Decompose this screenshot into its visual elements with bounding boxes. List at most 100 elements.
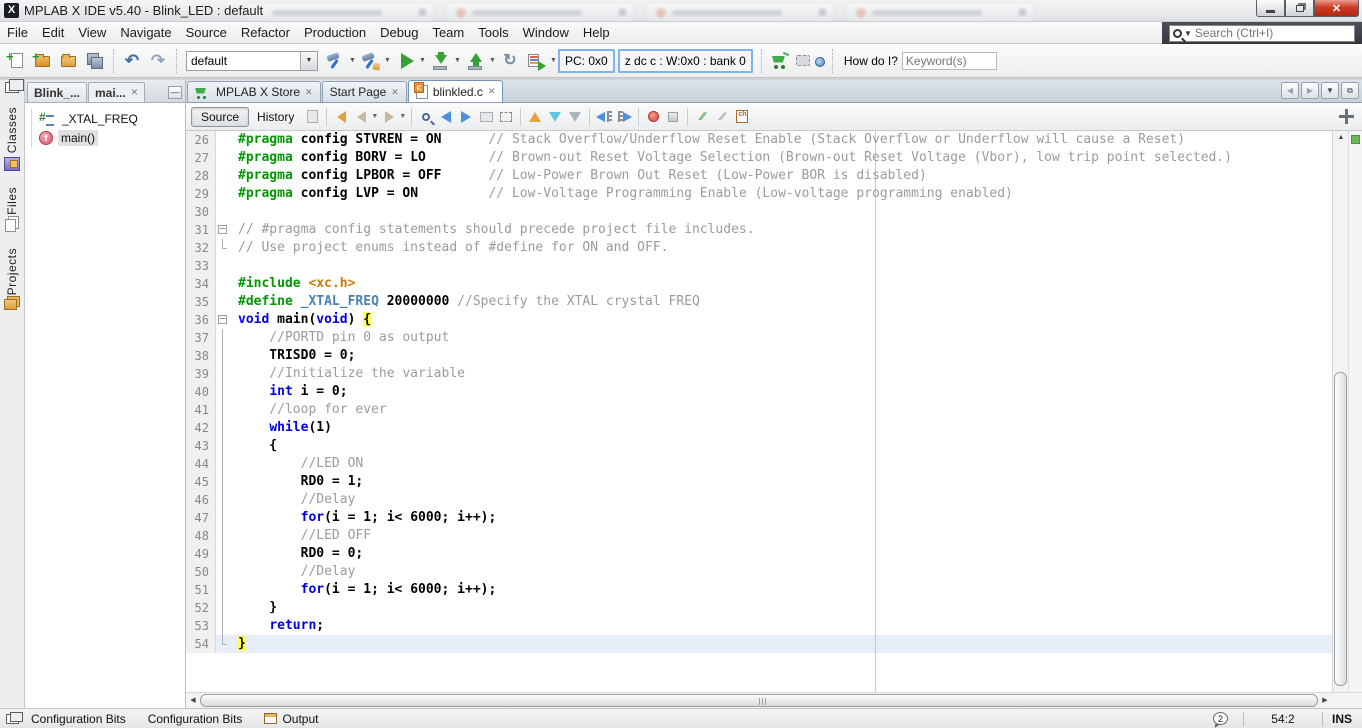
statusbar-item-output[interactable]: Output [264, 712, 318, 726]
search-input[interactable] [1194, 26, 1354, 40]
code-line-49[interactable]: 49 RD0 = 0; [186, 545, 1332, 563]
quick-search-box[interactable]: ▼ [1169, 24, 1355, 42]
fold-collapse-icon[interactable]: – [218, 225, 227, 234]
line-number[interactable]: 51 [186, 581, 216, 599]
run-button[interactable] [392, 48, 418, 74]
build-dropdown[interactable]: ▼ [348, 48, 357, 74]
code-line-body[interactable]: } [216, 635, 1332, 653]
program-ipe-dropdown[interactable]: ▼ [549, 48, 558, 74]
line-number[interactable]: 54 [186, 635, 216, 653]
new-file-button[interactable]: + [4, 48, 30, 74]
code-line-body[interactable]: #pragma config BORV = LO // Brown-out Re… [216, 149, 1332, 167]
tab-list-dropdown-button[interactable]: ▼ [1321, 82, 1339, 99]
next-bookmark-icon[interactable] [546, 108, 564, 126]
make-and-program-device-button[interactable] [427, 48, 453, 74]
code-line-36[interactable]: 36– void main(void) { [186, 311, 1332, 329]
code-line-35[interactable]: 35 #define _XTAL_FREQ 20000000 //Specify … [186, 293, 1332, 311]
navigator-item-main[interactable]: f main() [25, 128, 185, 147]
navigate-forward-icon[interactable] [380, 108, 398, 126]
code-line-39[interactable]: 39 //Initialize the variable [186, 365, 1332, 383]
code-line-44[interactable]: 44 //LED ON [186, 455, 1332, 473]
code-text[interactable]: #pragma config LVP = ON // Low-Voltage P… [230, 185, 1013, 203]
code-text[interactable]: //LED OFF [230, 527, 371, 545]
line-number[interactable]: 38 [186, 347, 216, 365]
editor-tab-mplab-x-store[interactable]: MPLAB X Store ✕ [187, 81, 321, 102]
code-text[interactable]: #include <xc.h> [230, 275, 355, 293]
code-line-body[interactable]: { [216, 437, 1332, 455]
code-line-body[interactable]: //LED OFF [216, 527, 1332, 545]
editor-tab-start-page[interactable]: Start Page ✕ [321, 81, 407, 102]
navigator-tab[interactable]: Blink_... [27, 82, 88, 102]
save-all-button[interactable] [82, 48, 108, 74]
code-line-30[interactable]: 30 [186, 203, 1332, 221]
line-number[interactable]: 40 [186, 383, 216, 401]
line-number[interactable]: 41 [186, 401, 216, 419]
code-line-body[interactable]: int i = 0; [216, 383, 1332, 401]
mplab-store-button[interactable] [767, 48, 793, 74]
make-and-program-dropdown[interactable]: ▼ [453, 48, 462, 74]
line-number[interactable]: 48 [186, 527, 216, 545]
line-number[interactable]: 47 [186, 509, 216, 527]
code-text[interactable]: while(1) [230, 419, 332, 437]
code-text[interactable]: #pragma config LPBOR = OFF // Low-Power … [230, 167, 927, 185]
code-line-body[interactable]: –// #pragma config statements should pre… [216, 221, 1332, 239]
code-line-28[interactable]: 28 #pragma config LPBOR = OFF // Low-Powe… [186, 167, 1332, 185]
back-dropdown[interactable]: ▼ [371, 113, 379, 120]
dock-windows-icon[interactable] [6, 711, 23, 724]
code-line-body[interactable]: //PORTD pin 0 as output [216, 329, 1332, 347]
navigator-item-xtalfreq[interactable]: _XTAL_FREQ [25, 109, 185, 128]
close-icon[interactable]: ✕ [131, 87, 139, 98]
line-number[interactable]: 27 [186, 149, 216, 167]
redo-button[interactable]: ↷ [145, 48, 171, 74]
vertical-scrollbar[interactable]: ▲ [1332, 131, 1348, 692]
code-text[interactable]: //LED ON [230, 455, 364, 473]
code-line-29[interactable]: 29 #pragma config LVP = ON // Low-Voltage… [186, 185, 1332, 203]
minimize-button[interactable] [1256, 0, 1285, 17]
fold-collapse-icon[interactable]: – [218, 315, 227, 324]
restore-button[interactable] [1285, 0, 1314, 17]
sidebar-tab-classes[interactable]: Classes [4, 107, 20, 172]
clean-and-build-dropdown[interactable]: ▼ [383, 48, 392, 74]
close-button[interactable]: ✕ [1314, 0, 1359, 17]
history-view-button[interactable]: History [257, 110, 294, 124]
line-number[interactable]: 34 [186, 275, 216, 293]
chevron-down-icon[interactable]: ▼ [300, 51, 317, 70]
code-line-body[interactable]: #pragma config LPBOR = OFF // Low-Power … [216, 167, 1332, 185]
code-line-body[interactable]: //Initialize the variable [216, 365, 1332, 383]
code-text[interactable]: RD0 = 1; [230, 473, 364, 491]
run-dropdown[interactable]: ▼ [418, 48, 427, 74]
split-window-icon[interactable] [1339, 109, 1354, 124]
new-project-button[interactable]: + [30, 48, 56, 74]
code-text[interactable] [230, 203, 238, 221]
sidebar-tab-projects[interactable]: Projects [4, 248, 20, 311]
code-line-body[interactable]: RD0 = 1; [216, 473, 1332, 491]
refresh-debug-tool-button[interactable]: ↻ [497, 48, 523, 74]
code-line-50[interactable]: 50 //Delay [186, 563, 1332, 581]
minimize-panel-button[interactable]: — [168, 86, 182, 99]
diff-icon[interactable] [303, 108, 321, 126]
line-number[interactable]: 42 [186, 419, 216, 437]
next-occurrence-icon[interactable] [457, 108, 475, 126]
code-text[interactable]: //loop for ever [230, 401, 386, 419]
code-line-45[interactable]: 45 RD0 = 1; [186, 473, 1332, 491]
code-text[interactable]: return; [230, 617, 324, 635]
vertical-scroll-thumb[interactable] [1334, 372, 1347, 687]
code-line-27[interactable]: 27 #pragma config BORV = LO // Brown-out … [186, 149, 1332, 167]
close-icon[interactable]: ✕ [391, 87, 399, 98]
menu-navigate[interactable]: Navigate [113, 23, 178, 42]
toggle-bookmark-icon[interactable] [566, 108, 584, 126]
code-text[interactable]: for(i = 1; i< 6000; i++); [230, 581, 497, 599]
code-text[interactable]: for(i = 1; i< 6000; i++); [230, 509, 497, 527]
line-number[interactable]: 52 [186, 599, 216, 617]
code-line-body[interactable] [216, 257, 1332, 275]
menu-refactor[interactable]: Refactor [234, 23, 297, 42]
code-line-body[interactable]: for(i = 1; i< 6000; i++); [216, 509, 1332, 527]
code-line-52[interactable]: 52 } [186, 599, 1332, 617]
code-line-54[interactable]: 54} [186, 635, 1332, 653]
code-line-26[interactable]: 26 #pragma config STVREN = ON // Stack Ov… [186, 131, 1332, 149]
go-to-header-source-icon[interactable] [733, 108, 751, 126]
code-text[interactable]: #define _XTAL_FREQ 20000000 //Specify th… [230, 293, 700, 311]
line-number[interactable]: 43 [186, 437, 216, 455]
code-line-46[interactable]: 46 //Delay [186, 491, 1332, 509]
uncomment-icon[interactable]: ∕∕ [713, 108, 731, 126]
